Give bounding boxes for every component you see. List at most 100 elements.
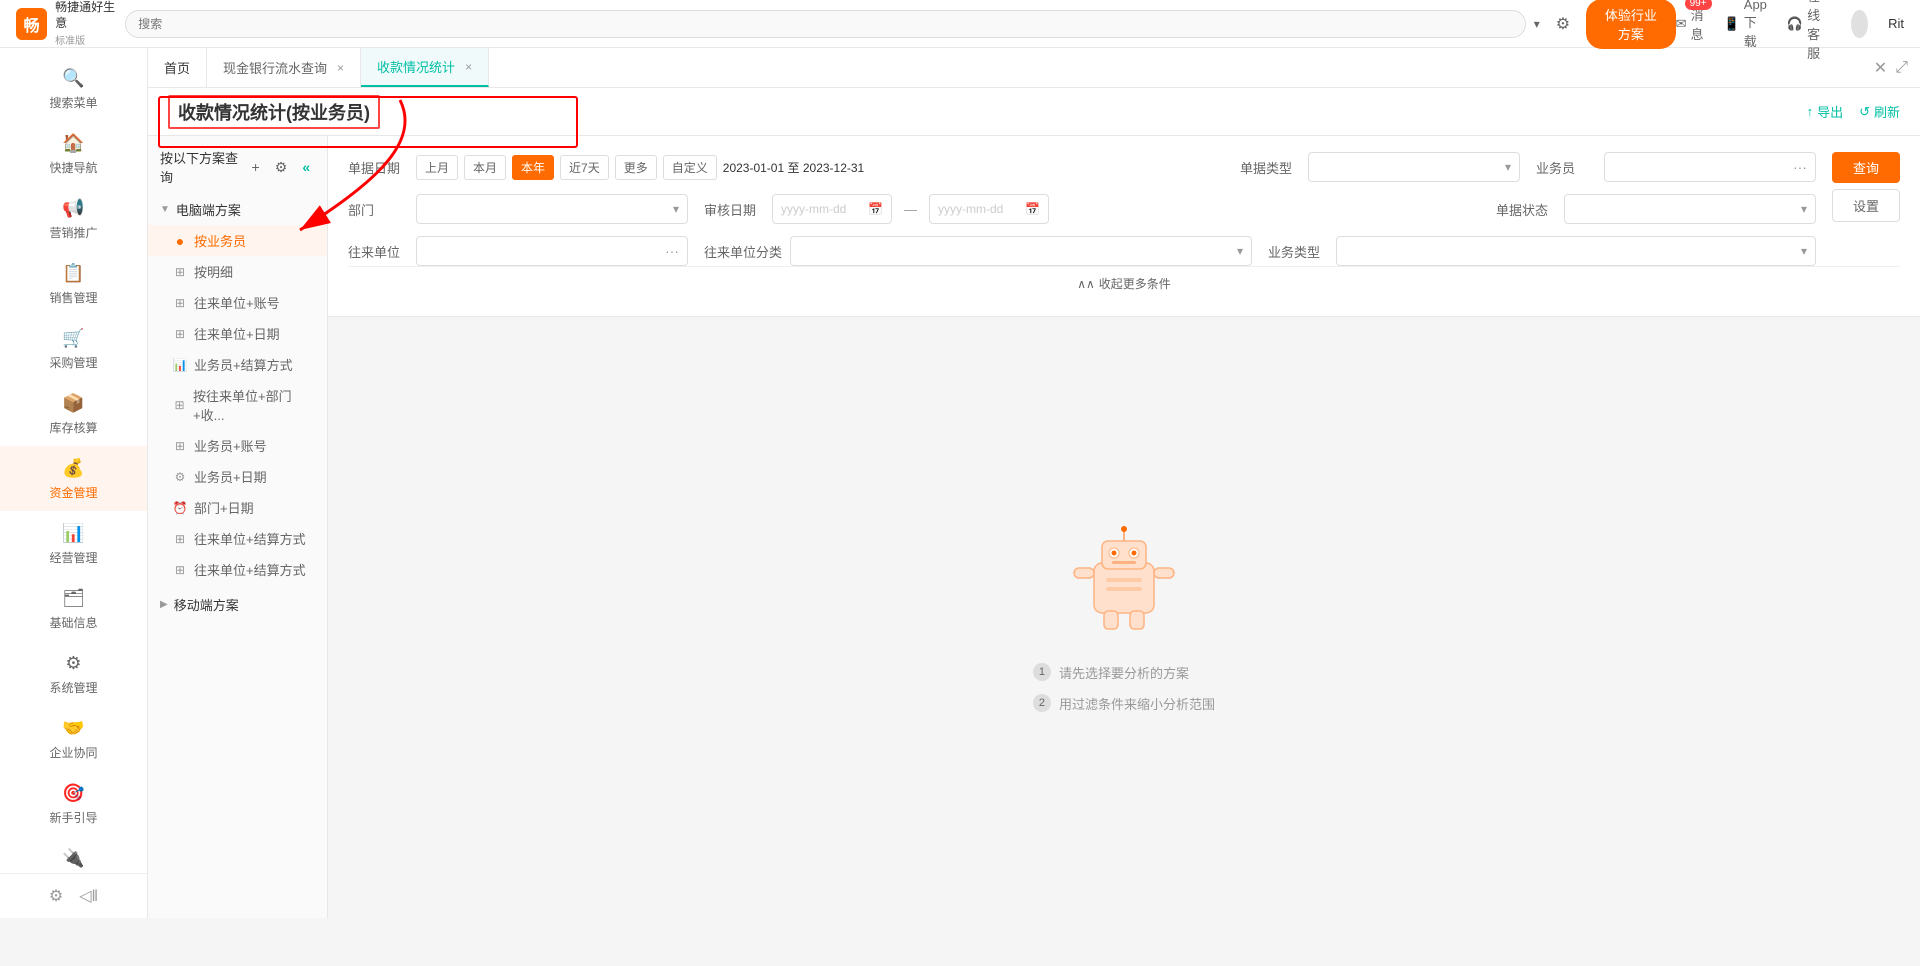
doc-type-select[interactable]: ▾ bbox=[1308, 152, 1520, 182]
sidebar-item-marketing[interactable]: 📢 营销推广 bbox=[0, 186, 147, 251]
scheme-by-salesperson[interactable]: ● 按业务员 bbox=[148, 225, 327, 256]
doc-type-arrow-icon: ▾ bbox=[1505, 160, 1511, 174]
messages-item[interactable]: ✉ 消息 99+ bbox=[1676, 5, 1704, 43]
collapse-sidebar-icon[interactable]: ◁‖ bbox=[79, 886, 98, 906]
sidebar-item-finance[interactable]: 💰 资金管理 bbox=[0, 446, 147, 511]
counterpart-more-icon[interactable]: ··· bbox=[665, 243, 679, 259]
tab-bank-flow[interactable]: 现金银行流水查询 × bbox=[207, 48, 361, 87]
scheme-counterpart-settlement1[interactable]: ⊞ 往来单位+结算方式 bbox=[148, 523, 327, 554]
date-btn-last-month[interactable]: 上月 bbox=[416, 155, 458, 180]
inventory-icon: 📦 bbox=[62, 391, 86, 415]
sidebar-item-system[interactable]: ⚙ 系统管理 bbox=[0, 641, 147, 706]
scheme-counterpart-settlement2[interactable]: ⊞ 往来单位+结算方式 bbox=[148, 554, 327, 585]
doc-status-label: 单据状态 bbox=[1496, 200, 1556, 219]
business-type-label: 业务类型 bbox=[1268, 242, 1328, 261]
tab-collection-stats[interactable]: 收款情况统计 × bbox=[361, 48, 489, 87]
settings-bottom-icon[interactable]: ⚙ bbox=[49, 886, 63, 906]
date-btn-custom[interactable]: 自定义 bbox=[663, 155, 717, 180]
refresh-button[interactable]: ↺ 刷新 bbox=[1859, 102, 1900, 121]
date-btn-this-year[interactable]: 本年 bbox=[512, 155, 554, 180]
review-date-start[interactable]: yyyy-mm-dd 📅 bbox=[772, 194, 892, 224]
gear-icon[interactable]: ⚙ bbox=[1556, 14, 1570, 34]
review-date-end[interactable]: yyyy-mm-dd 📅 bbox=[929, 194, 1049, 224]
desktop-group-label: 电脑端方案 bbox=[176, 200, 241, 219]
sidebar-label-operations: 经营管理 bbox=[49, 549, 97, 566]
scheme-by-detail[interactable]: ⊞ 按明细 bbox=[148, 256, 327, 287]
filter-action-buttons: 查询 设置 bbox=[1832, 152, 1900, 222]
doc-status-arrow-icon: ▾ bbox=[1801, 202, 1807, 216]
mobile-group-title[interactable]: ▶ 移动端方案 bbox=[148, 589, 327, 620]
sidebar-item-sales[interactable]: 📋 销售管理 bbox=[0, 251, 147, 316]
date-btn-this-month[interactable]: 本月 bbox=[464, 155, 506, 180]
counterpart-category-select[interactable]: ▾ bbox=[790, 236, 1252, 266]
guide-icon: 🎯 bbox=[62, 781, 86, 805]
tab-bank-flow-close[interactable]: × bbox=[337, 61, 344, 75]
calendar-end-icon[interactable]: 📅 bbox=[1025, 202, 1040, 216]
scheme-salesperson-date[interactable]: ⚙ 业务员+日期 bbox=[148, 461, 327, 492]
search-input[interactable] bbox=[125, 10, 1525, 38]
tab-collection-stats-close[interactable]: × bbox=[465, 60, 472, 74]
sidebar-item-operations[interactable]: 📊 经营管理 bbox=[0, 511, 147, 576]
collapse-panel-icon[interactable]: « bbox=[298, 157, 315, 177]
counterpart-select[interactable]: ··· bbox=[416, 236, 688, 266]
sidebar-label-finance: 资金管理 bbox=[49, 484, 97, 501]
sidebar-item-purchase[interactable]: 🛒 采购管理 bbox=[0, 316, 147, 381]
empty-state: 1 请先选择要分析的方案 2 用过滤条件来缩小分析范围 bbox=[328, 317, 1920, 918]
sidebar-item-enterprise[interactable]: 🤝 企业协同 bbox=[0, 706, 147, 771]
empty-tips: 1 请先选择要分析的方案 2 用过滤条件来缩小分析范围 bbox=[1033, 663, 1215, 713]
scheme-counterpart-account[interactable]: ⊞ 往来单位+账号 bbox=[148, 287, 327, 318]
business-type-select[interactable]: ▾ bbox=[1336, 236, 1816, 266]
desktop-scheme-group: ▼ 电脑端方案 ● 按业务员 ⊞ 按明细 ⊞ 往来单位+账号 bbox=[148, 194, 327, 585]
collapse-filter-row[interactable]: ∧∧ 收起更多条件 bbox=[348, 266, 1900, 300]
review-date-label: 审核日期 bbox=[704, 200, 764, 219]
scheme-counterpart-dept-income-label: 按往来单位+部门+收... bbox=[193, 386, 315, 424]
system-icon: ⚙ bbox=[62, 651, 86, 675]
scheme-settings-icon[interactable]: ⚙ bbox=[272, 157, 289, 177]
finance-icon: 💰 bbox=[62, 456, 86, 480]
desktop-group-title[interactable]: ▼ 电脑端方案 bbox=[148, 194, 327, 225]
tab-home-label: 首页 bbox=[164, 58, 190, 77]
salesperson-more-icon[interactable]: ··· bbox=[1793, 159, 1807, 175]
scheme-counterpart-dept-income[interactable]: ⊞ 按往来单位+部门+收... bbox=[148, 380, 327, 430]
tab-home[interactable]: 首页 bbox=[148, 48, 207, 87]
header-dropdown-icon[interactable]: ▾ bbox=[1534, 17, 1540, 31]
counterpart-category-arrow-icon: ▾ bbox=[1237, 244, 1243, 258]
doc-type-label: 单据类型 bbox=[1240, 158, 1300, 177]
enterprise-icon: 🤝 bbox=[62, 716, 86, 740]
export-button[interactable]: ↑ 导出 bbox=[1807, 102, 1844, 121]
settings-button[interactable]: 设置 bbox=[1832, 189, 1900, 222]
counterpart-category-label: 往来单位分类 bbox=[704, 242, 782, 261]
query-button[interactable]: 查询 bbox=[1832, 152, 1900, 183]
date-btn-more[interactable]: 更多 bbox=[615, 155, 657, 180]
mobile-group-label: 移动端方案 bbox=[174, 595, 239, 614]
scheme-dept-date[interactable]: ⏰ 部门+日期 bbox=[148, 492, 327, 523]
add-scheme-icon[interactable]: + bbox=[247, 157, 264, 177]
collapse-label: 收起更多条件 bbox=[1099, 275, 1171, 292]
app-download-item[interactable]: 📱 App下载 bbox=[1724, 0, 1767, 50]
date-btn-last-7days[interactable]: 近7天 bbox=[560, 155, 609, 180]
salesperson-select[interactable]: ··· bbox=[1604, 152, 1816, 182]
sidebar-item-smart-hardware[interactable]: 🔌 智能硬件 bbox=[0, 836, 147, 873]
calendar-start-icon[interactable]: 📅 bbox=[868, 202, 883, 216]
purchase-icon: 🛒 bbox=[62, 326, 86, 350]
filter-row-3: 往来单位 ··· 往来单位分类 bbox=[348, 236, 1816, 266]
dept-select[interactable]: ▾ bbox=[416, 194, 688, 224]
scheme-counterpart-settlement1-icon: ⊞ bbox=[172, 531, 188, 547]
sidebar-item-search-menu[interactable]: 🔍 搜索菜单 bbox=[0, 56, 147, 121]
online-service-label: 在线客服 bbox=[1807, 0, 1831, 62]
filter-field-doc-type: 单据类型 ▾ bbox=[1240, 152, 1520, 182]
left-scheme-panel: 按以下方案查询 + ⚙ « ▼ 电脑端方案 ● 按业务员 bbox=[148, 136, 328, 918]
filter-field-doc-status: 单据状态 ▾ bbox=[1496, 194, 1816, 224]
sidebar-item-quick-nav[interactable]: 🏠 快捷导航 bbox=[0, 121, 147, 186]
user-avatar[interactable] bbox=[1851, 10, 1868, 38]
export-label: 导出 bbox=[1817, 102, 1843, 121]
sidebar-item-guide[interactable]: 🎯 新手引导 bbox=[0, 771, 147, 836]
scheme-salesperson-account[interactable]: ⊞ 业务员+账号 bbox=[148, 430, 327, 461]
doc-status-select[interactable]: ▾ bbox=[1564, 194, 1816, 224]
scheme-salesperson-settlement[interactable]: 📊 业务员+结算方式 bbox=[148, 349, 327, 380]
trial-button[interactable]: 体验行业方案 bbox=[1586, 0, 1676, 49]
sidebar-item-basic-info[interactable]: 🗂 基础信息 bbox=[0, 576, 147, 641]
online-service-item[interactable]: 🎧 在线客服 bbox=[1787, 0, 1831, 62]
sidebar-item-inventory[interactable]: 📦 库存核算 bbox=[0, 381, 147, 446]
scheme-counterpart-date[interactable]: ⊞ 往来单位+日期 bbox=[148, 318, 327, 349]
